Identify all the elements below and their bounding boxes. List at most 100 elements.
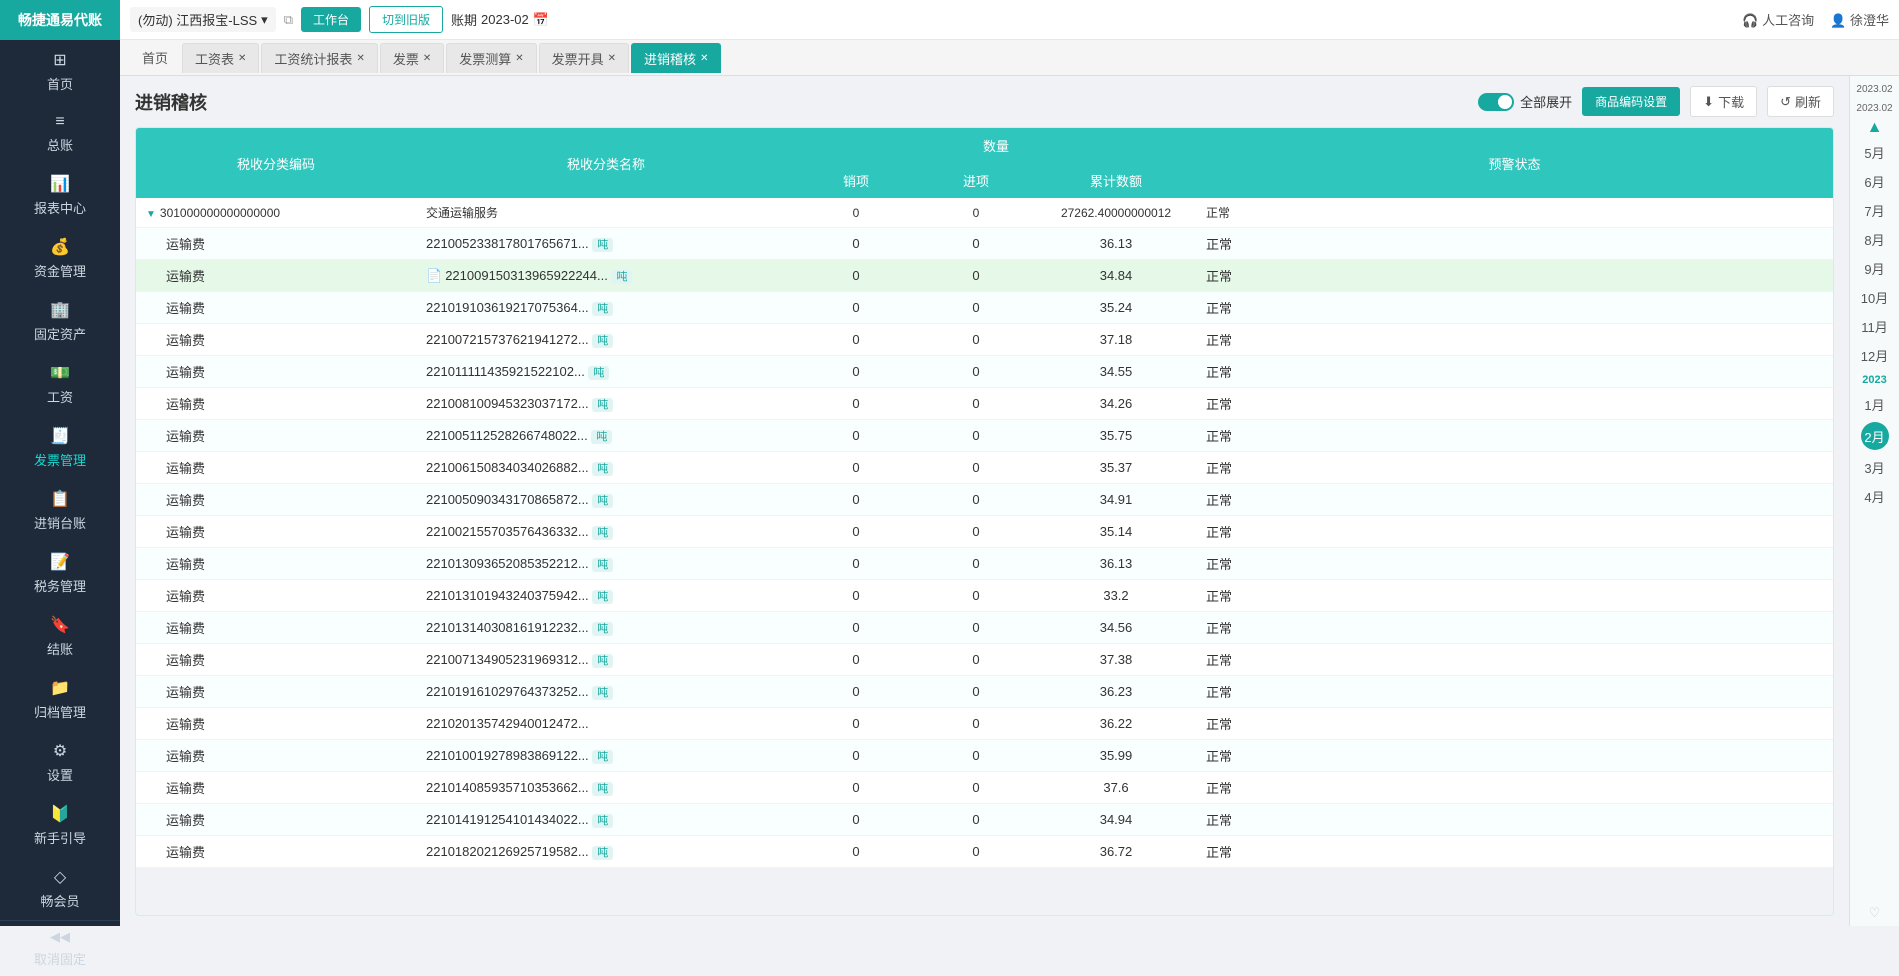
- download-button[interactable]: ⬇ 下载: [1690, 86, 1757, 117]
- switch-old-button[interactable]: 切到旧版: [369, 6, 443, 33]
- page: 进销稽核 全部展开 商品编码设置 ⬇ 下载 ↺ 刷新: [120, 76, 1849, 926]
- close-tab-invoice-open[interactable]: ✕: [608, 53, 616, 64]
- expand-icon[interactable]: ▼: [146, 209, 156, 220]
- tab-invoice[interactable]: 发票 ✕: [380, 43, 444, 73]
- row-code: 221020135742940012472...: [416, 708, 796, 740]
- download-icon: ⬇: [1703, 94, 1714, 110]
- invoice-mgmt-icon: 🧾: [50, 426, 70, 446]
- unit-tag: 吨: [588, 366, 609, 380]
- sidebar-item-salary[interactable]: 💵 工资: [0, 353, 120, 416]
- company-selector[interactable]: (勿动) 江西报宝-LSS ▾: [130, 7, 276, 32]
- close-tab-sales-check[interactable]: ✕: [700, 53, 708, 64]
- row-input: 0: [916, 740, 1036, 772]
- month-10[interactable]: 10月: [1850, 284, 1899, 311]
- close-tab-invoice-calc[interactable]: ✕: [515, 53, 523, 64]
- sidebar-item-guide[interactable]: 🔰 新手引导: [0, 794, 120, 857]
- support-button[interactable]: 🎧 人工咨询: [1742, 10, 1814, 29]
- month-8[interactable]: 8月: [1850, 226, 1899, 253]
- copy-icon[interactable]: ⧉: [284, 12, 293, 28]
- month-3[interactable]: 3月: [1850, 454, 1899, 481]
- sidebar-item-invoice-mgmt[interactable]: 🧾 发票管理: [0, 416, 120, 479]
- row-sales: 0: [796, 580, 916, 612]
- settings-button[interactable]: 商品编码设置: [1582, 87, 1680, 116]
- sidebar-item-ledger[interactable]: ≡ 总账: [0, 103, 120, 164]
- row-name: 运输费: [136, 260, 416, 292]
- row-status: 正常: [1196, 676, 1833, 708]
- sidebar-item-label: 总账: [47, 135, 73, 154]
- close-tab-invoice[interactable]: ✕: [423, 53, 431, 64]
- row-name: 运输费: [136, 452, 416, 484]
- row-sales: 0: [796, 836, 916, 868]
- tab-sales-check[interactable]: 进销稽核 ✕: [631, 43, 721, 73]
- toggle-expand[interactable]: 全部展开: [1478, 92, 1572, 111]
- month-9[interactable]: 9月: [1850, 255, 1899, 282]
- guide-icon: 🔰: [50, 804, 70, 824]
- sidebar-item-assets[interactable]: 🏢 固定资产: [0, 290, 120, 353]
- user-avatar[interactable]: 👤 徐澄华: [1830, 10, 1889, 29]
- row-sales: 0: [796, 228, 916, 260]
- table-header: 税收分类编码 税收分类名称 数量 预警状态 销项 进项 累计数额: [136, 128, 1833, 198]
- row-code: 221006150834034026882... 吨: [416, 452, 796, 484]
- sidebar-item-reports[interactable]: 📊 报表中心: [0, 164, 120, 227]
- row-name: 运输费: [136, 420, 416, 452]
- toggle-switch[interactable]: [1478, 93, 1514, 111]
- row-status: 正常: [1196, 356, 1833, 388]
- sidebar-item-member[interactable]: ◇ 畅会员: [0, 857, 120, 920]
- month-2[interactable]: 2月: [1861, 422, 1889, 450]
- row-total: 36.72: [1036, 836, 1196, 868]
- row-name: 运输费: [136, 676, 416, 708]
- refresh-button[interactable]: ↺ 刷新: [1767, 86, 1834, 117]
- row-input: 0: [916, 260, 1036, 292]
- group-status: 正常: [1196, 198, 1833, 228]
- unit-tag: 吨: [592, 814, 613, 828]
- row-code: 221010019278983869122... 吨: [416, 740, 796, 772]
- workbench-button[interactable]: 工作台: [301, 7, 361, 32]
- month-11[interactable]: 11月: [1850, 313, 1899, 340]
- unit-tag: 吨: [592, 686, 613, 700]
- row-name: 运输费: [136, 580, 416, 612]
- tab-payroll-stats[interactable]: 工资统计报表 ✕: [261, 43, 377, 73]
- unit-tag: 吨: [592, 750, 613, 764]
- headset-icon: 🎧: [1742, 13, 1758, 28]
- row-input: 0: [916, 388, 1036, 420]
- unit-tag: 吨: [592, 558, 613, 572]
- calendar-icon[interactable]: 📅: [533, 12, 549, 28]
- tab-payroll[interactable]: 工资表 ✕: [182, 43, 259, 73]
- sidebar-item-settings[interactable]: ⚙ 设置: [0, 731, 120, 794]
- row-name: 运输费: [136, 516, 416, 548]
- close-tab-payroll-stats[interactable]: ✕: [356, 53, 364, 64]
- row-sales: 0: [796, 420, 916, 452]
- period-label: 账期: [451, 10, 477, 29]
- month-1[interactable]: 1月: [1850, 391, 1899, 418]
- sidebar-item-funds[interactable]: 💰 资金管理: [0, 227, 120, 290]
- unit-tag: 吨: [592, 782, 613, 796]
- sidebar-item-settlement[interactable]: 🔖 结账: [0, 605, 120, 668]
- month-6[interactable]: 6月: [1850, 168, 1899, 195]
- row-total: 35.24: [1036, 292, 1196, 324]
- row-input: 0: [916, 548, 1036, 580]
- row-input: 0: [916, 228, 1036, 260]
- file-icon: 📄: [426, 268, 442, 283]
- company-name: (勿动) 江西报宝-LSS: [138, 10, 257, 29]
- row-total: 35.75: [1036, 420, 1196, 452]
- tab-invoice-open[interactable]: 发票开具 ✕: [539, 43, 629, 73]
- tab-invoice-calc[interactable]: 发票测算 ✕: [446, 43, 536, 73]
- tab-home[interactable]: 首页: [130, 43, 180, 73]
- row-input: 0: [916, 708, 1036, 740]
- scroll-up-icon[interactable]: ▲: [1867, 119, 1883, 137]
- sidebar-unpin[interactable]: ◀◀ 取消固定: [0, 920, 120, 976]
- month-12[interactable]: 12月: [1850, 342, 1899, 369]
- sidebar-item-purchase-sales[interactable]: 📋 进销台账: [0, 479, 120, 542]
- row-sales: 0: [796, 452, 916, 484]
- row-sales: 0: [796, 516, 916, 548]
- month-5[interactable]: 5月: [1850, 139, 1899, 166]
- row-input: 0: [916, 324, 1036, 356]
- sidebar-item-tax[interactable]: 📝 税务管理: [0, 542, 120, 605]
- month-4[interactable]: 4月: [1850, 483, 1899, 510]
- month-7[interactable]: 7月: [1850, 197, 1899, 224]
- close-tab-payroll[interactable]: ✕: [238, 53, 246, 64]
- heart-icon[interactable]: ♡: [1864, 900, 1886, 926]
- row-input: 0: [916, 772, 1036, 804]
- sidebar-item-home[interactable]: ⊞ 首页: [0, 40, 120, 103]
- sidebar-item-archive[interactable]: 📁 归档管理: [0, 668, 120, 731]
